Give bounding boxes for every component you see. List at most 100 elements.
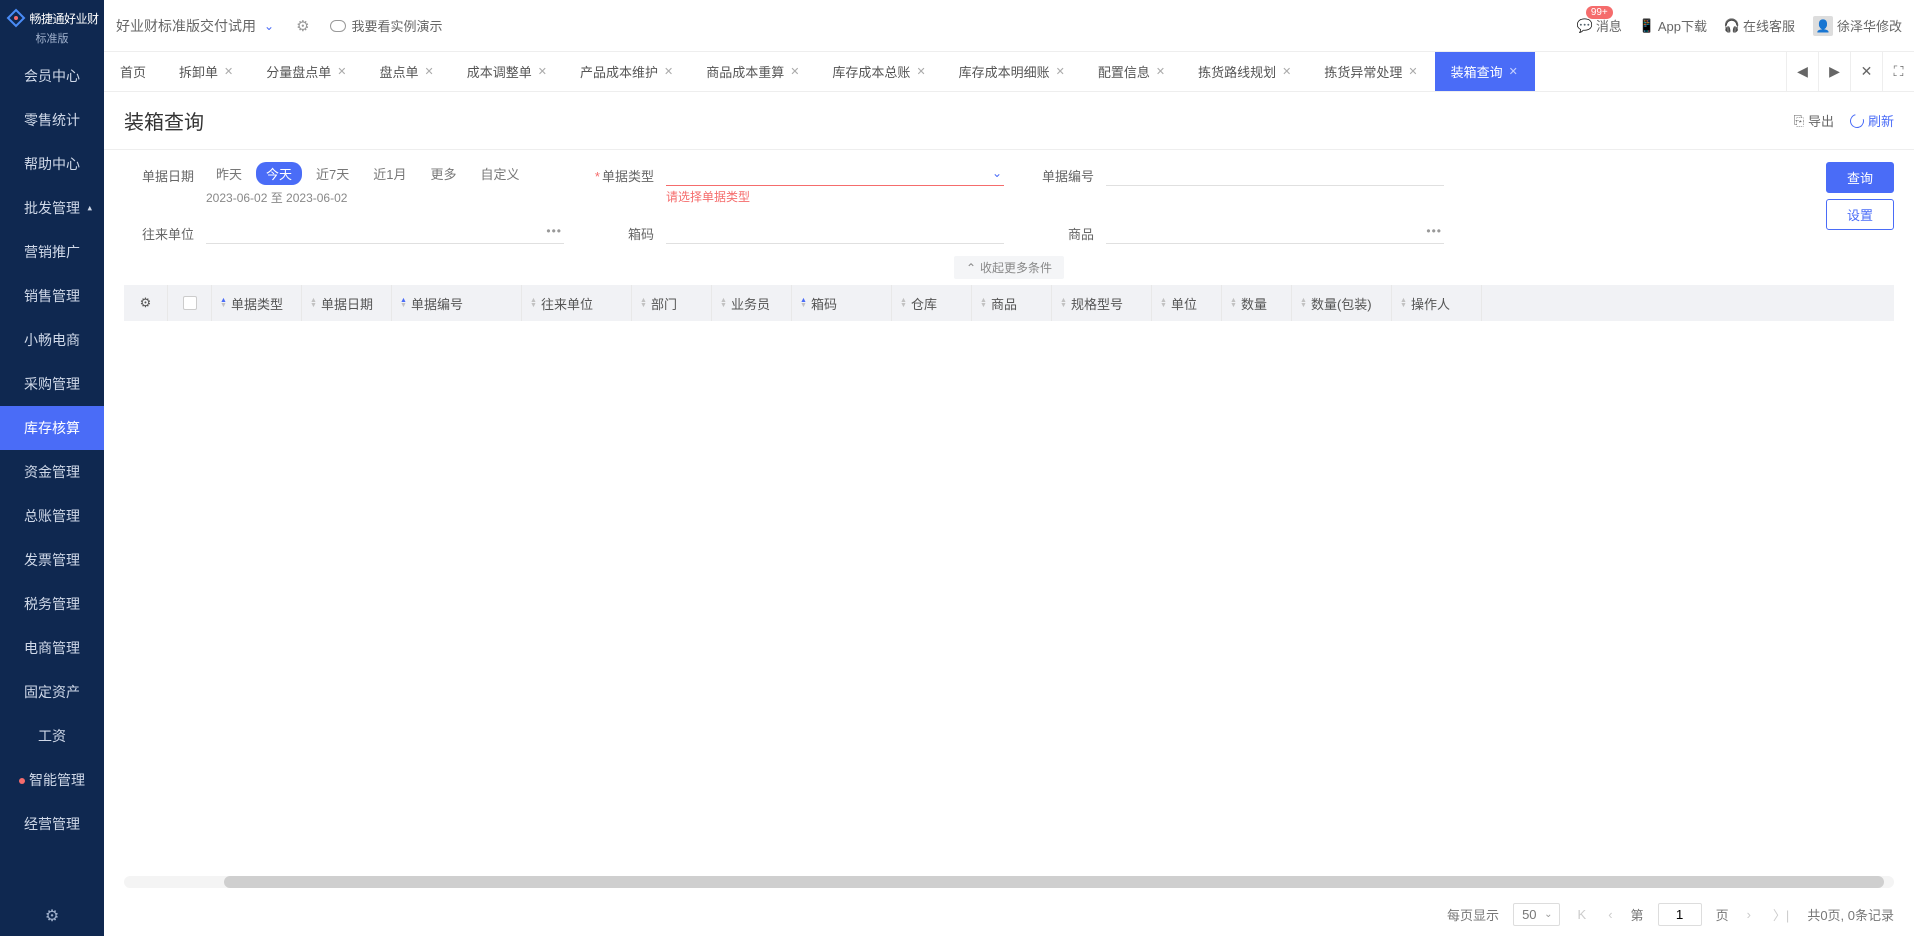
date-chip[interactable]: 更多 <box>421 162 467 185</box>
sidebar-item[interactable]: 零售统计 <box>0 98 104 142</box>
tab-close-icon[interactable]: ✕ <box>538 65 547 78</box>
tab-close-icon[interactable]: ✕ <box>1056 65 1065 78</box>
table-column-header[interactable]: ▲▼单据类型 <box>212 285 302 321</box>
refresh-button[interactable]: 刷新 <box>1850 111 1894 130</box>
tab[interactable]: 商品成本重算✕ <box>690 52 816 91</box>
table-column-header[interactable]: ▲▼数量 <box>1222 285 1292 321</box>
table-column-header[interactable]: ▲▼规格型号 <box>1052 285 1152 321</box>
sidebar-item[interactable]: 营销推广 <box>0 230 104 274</box>
table-column-header[interactable]: ▲▼部门 <box>632 285 712 321</box>
tab-close-icon[interactable]: ✕ <box>1156 65 1165 78</box>
tab[interactable]: 库存成本明细账✕ <box>943 52 1082 91</box>
date-chip[interactable]: 近1月 <box>363 162 416 185</box>
sidebar-item[interactable]: 采购管理 <box>0 362 104 406</box>
customer-service-button[interactable]: 🎧 在线客服 <box>1725 16 1795 35</box>
tabs-close-button[interactable]: ✕ <box>1850 52 1882 92</box>
tab[interactable]: 盘点单✕ <box>363 52 450 91</box>
date-chip[interactable]: 今天 <box>256 162 302 185</box>
partner-input[interactable] <box>206 220 564 244</box>
tab[interactable]: 库存成本总账✕ <box>816 52 942 91</box>
table-column-header[interactable]: ▲▼单据日期 <box>302 285 392 321</box>
bill-type-input[interactable] <box>666 162 1004 186</box>
table-column-header[interactable]: ▲▼商品 <box>972 285 1052 321</box>
page-size-select[interactable]: 50 ⌄ <box>1513 903 1559 926</box>
column-settings-button[interactable]: ⚙ <box>124 285 168 321</box>
date-chip[interactable]: 昨天 <box>206 162 252 185</box>
sidebar-item[interactable]: 小畅电商 <box>0 318 104 362</box>
table-column-header[interactable]: ▲▼箱码 <box>792 285 892 321</box>
tab[interactable]: 拆卸单✕ <box>163 52 250 91</box>
date-chip[interactable]: 自定义 <box>471 162 530 185</box>
table-column-header[interactable]: ▲▼往来单位 <box>522 285 632 321</box>
search-button[interactable]: 查询 <box>1826 162 1894 193</box>
sidebar-item[interactable]: 资金管理 <box>0 450 104 494</box>
sidebar-item[interactable]: 电商管理 <box>0 626 104 670</box>
tab-close-icon[interactable]: ✕ <box>1408 65 1417 78</box>
tab-close-icon[interactable]: ✕ <box>916 65 925 78</box>
sidebar-item[interactable]: 智能管理 <box>0 758 104 802</box>
tab-close-icon[interactable]: ✕ <box>1509 65 1518 78</box>
tab-close-icon[interactable]: ✕ <box>224 65 233 78</box>
more-icon[interactable]: ••• <box>1426 224 1442 238</box>
dropdown-icon[interactable]: ⌄ <box>992 166 1002 180</box>
sidebar-item[interactable]: 发票管理 <box>0 538 104 582</box>
sidebar-item[interactable]: 工资 <box>0 714 104 758</box>
table-column-header[interactable]: ▲▼仓库 <box>892 285 972 321</box>
tab-close-icon[interactable]: ✕ <box>664 65 673 78</box>
demo-link[interactable]: 我要看实例演示 <box>330 16 443 35</box>
messages-button[interactable]: 99+ 💬 消息 <box>1578 16 1622 35</box>
table-column-header[interactable]: ▲▼数量(包装) <box>1292 285 1392 321</box>
table-column-header[interactable]: ▲▼操作人 <box>1392 285 1482 321</box>
tab[interactable]: 产品成本维护✕ <box>564 52 690 91</box>
scrollbar-thumb[interactable] <box>224 876 1884 888</box>
collapse-button[interactable]: ⌃ 收起更多条件 <box>954 256 1064 279</box>
tabs-fullscreen-button[interactable]: ⛶ <box>1882 52 1914 92</box>
app-download-button[interactable]: 📱 App下载 <box>1640 16 1707 35</box>
page-input[interactable] <box>1658 903 1702 926</box>
more-icon[interactable]: ••• <box>546 224 562 238</box>
export-button[interactable]: ⎘ 导出 <box>1794 111 1834 130</box>
date-chip[interactable]: 近7天 <box>306 162 359 185</box>
sidebar-item[interactable]: 固定资产 <box>0 670 104 714</box>
tab-close-icon[interactable]: ✕ <box>790 65 799 78</box>
tab[interactable]: 装箱查询✕ <box>1435 52 1535 91</box>
tab[interactable]: 配置信息✕ <box>1082 52 1182 91</box>
tab[interactable]: 分量盘点单✕ <box>250 52 363 91</box>
page-prev-button[interactable]: ‹ <box>1604 907 1616 922</box>
sidebar-item[interactable]: 会员中心 <box>0 54 104 98</box>
sidebar-item[interactable]: 帮助中心 <box>0 142 104 186</box>
box-code-input[interactable] <box>666 220 1004 244</box>
select-all-cell[interactable] <box>168 285 212 321</box>
table-column-header[interactable]: ▲▼业务员 <box>712 285 792 321</box>
sidebar-item[interactable]: 批发管理 <box>0 186 104 230</box>
tab-close-icon[interactable]: ✕ <box>1282 65 1291 78</box>
tab[interactable]: 成本调整单✕ <box>451 52 564 91</box>
bill-code-input[interactable] <box>1106 162 1444 186</box>
tab[interactable]: 首页 <box>104 52 163 91</box>
tenant-selector[interactable]: 好业财标准版交付试用 ⌄ <box>116 16 290 36</box>
sidebar-item[interactable]: 销售管理 <box>0 274 104 318</box>
page-first-button[interactable]: K <box>1574 907 1591 922</box>
select-all-checkbox[interactable] <box>183 296 197 310</box>
tab[interactable]: 拣货异常处理✕ <box>1308 52 1434 91</box>
sidebar-item[interactable]: 库存核算 <box>0 406 104 450</box>
product-input[interactable] <box>1106 220 1444 244</box>
tab[interactable]: 拣货路线规划✕ <box>1182 52 1308 91</box>
sidebar-item[interactable]: 总账管理 <box>0 494 104 538</box>
tabs-prev-button[interactable]: ◀ <box>1786 52 1818 92</box>
sidebar-item[interactable]: 税务管理 <box>0 582 104 626</box>
settings-button[interactable]: 设置 <box>1826 199 1894 230</box>
page-next-button[interactable]: › <box>1743 907 1755 922</box>
table-scroll[interactable]: ⚙ ▲▼单据类型▲▼单据日期▲▼单据编号▲▼往来单位▲▼部门▲▼业务员▲▼箱码▲… <box>124 285 1894 872</box>
table-column-header[interactable]: ▲▼单位 <box>1152 285 1222 321</box>
sidebar-item[interactable]: 经营管理 <box>0 802 104 846</box>
table-hscrollbar[interactable] <box>124 876 1894 888</box>
user-menu[interactable]: 👤 徐泽华修改 <box>1813 16 1902 36</box>
tab-close-icon[interactable]: ✕ <box>337 65 346 78</box>
page-last-button[interactable]: 〉| <box>1769 905 1793 924</box>
table-column-header[interactable]: ▲▼单据编号 <box>392 285 522 321</box>
tab-close-icon[interactable]: ✕ <box>425 65 434 78</box>
tabs-next-button[interactable]: ▶ <box>1818 52 1850 92</box>
tenant-settings-icon[interactable]: ⚙ <box>296 17 309 35</box>
sidebar-settings[interactable]: ⚙ <box>0 896 104 936</box>
